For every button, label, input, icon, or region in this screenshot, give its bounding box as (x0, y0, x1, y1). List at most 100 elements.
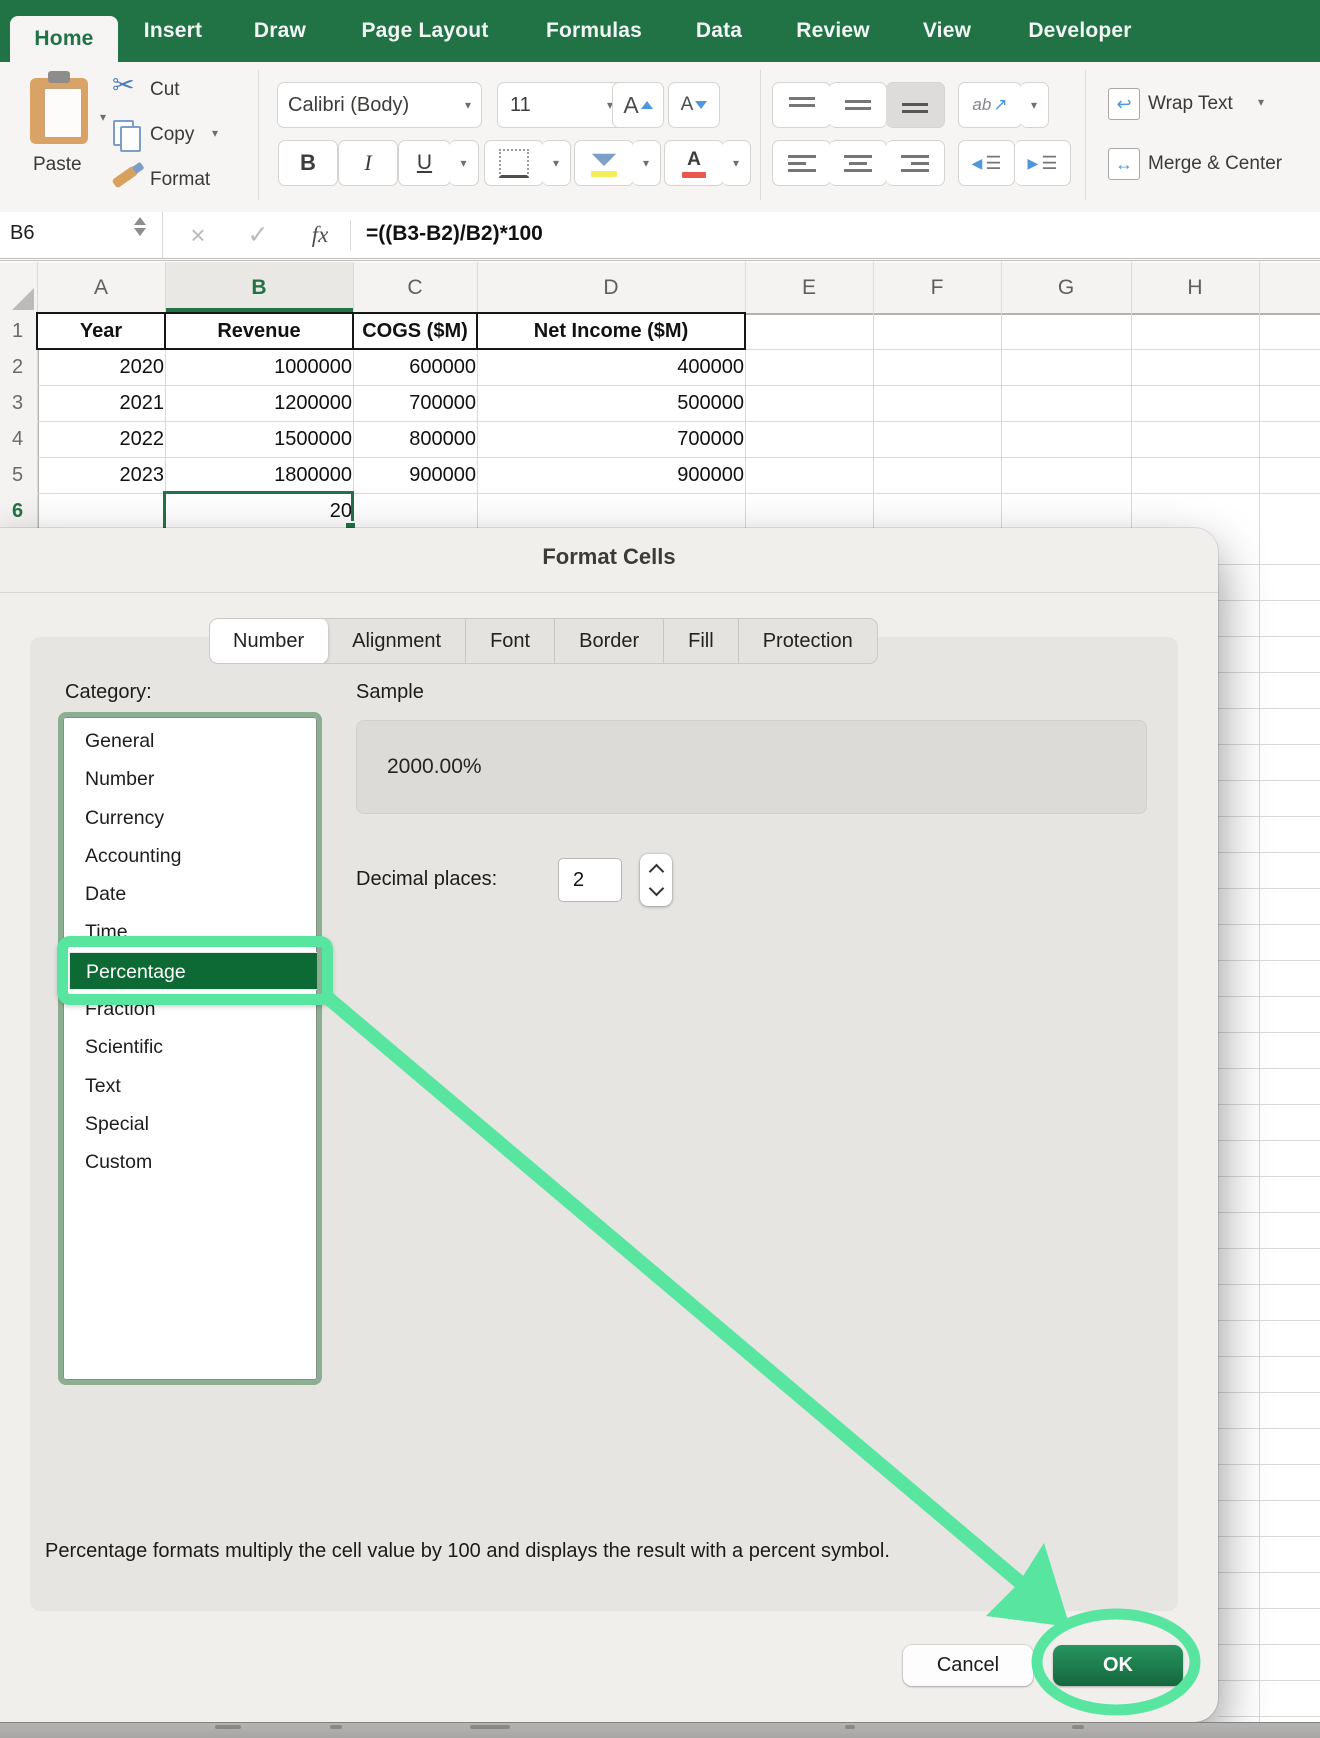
column-header-B[interactable]: B (165, 262, 353, 313)
name-box[interactable]: B6 (0, 212, 163, 258)
stepper-down-icon[interactable] (648, 880, 664, 897)
ribbon-tab-draw[interactable]: Draw (248, 0, 312, 62)
fill-color-dropdown-icon[interactable]: ▾ (632, 140, 661, 186)
category-item-currency[interactable]: Currency (63, 799, 317, 837)
bold-button[interactable]: B (278, 140, 338, 186)
table-cell[interactable]: 600000 (353, 350, 485, 384)
column-header-G[interactable]: G (1001, 262, 1131, 313)
fill-color-button[interactable]: ◥◤ (574, 140, 634, 186)
align-center-button[interactable] (829, 140, 887, 186)
row-header-2[interactable]: 2 (0, 349, 35, 385)
paste-button[interactable]: Paste (33, 154, 82, 176)
stepper-up-icon[interactable] (648, 863, 664, 880)
table-cell[interactable]: 700000 (353, 386, 485, 420)
cancel-entry-icon[interactable]: × (178, 212, 218, 258)
row-header-3[interactable]: 3 (0, 385, 35, 421)
table-cell[interactable]: 1500000 (165, 422, 361, 456)
category-item-scientific[interactable]: Scientific (63, 1028, 317, 1066)
cancel-button[interactable]: Cancel (903, 1645, 1033, 1686)
table-cell[interactable]: 700000 (477, 422, 753, 456)
underline-dropdown-icon[interactable]: ▾ (449, 140, 479, 186)
table-cell[interactable]: 1800000 (165, 458, 361, 492)
fill-handle[interactable] (344, 521, 357, 528)
increase-font-size-button[interactable]: A (612, 82, 664, 128)
wrap-text-button[interactable]: Wrap Text (1148, 93, 1233, 115)
table-cell[interactable]: 2020 (37, 350, 173, 384)
font-color-dropdown-icon[interactable]: ▾ (722, 140, 751, 186)
table-cell[interactable]: 400000 (477, 350, 753, 384)
category-item-text[interactable]: Text (63, 1067, 317, 1105)
category-item-special[interactable]: Special (63, 1105, 317, 1143)
active-cell-selection[interactable] (163, 491, 354, 528)
select-all-button[interactable] (0, 262, 38, 313)
confirm-entry-icon[interactable]: ✓ (238, 212, 278, 258)
ok-button[interactable]: OK (1053, 1645, 1183, 1686)
italic-button[interactable]: I (338, 140, 398, 186)
font-color-button[interactable]: A (664, 140, 724, 186)
row-header-6[interactable]: 6 (0, 493, 35, 528)
formula-input[interactable]: =((B3-B2)/B2)*100 (366, 222, 543, 246)
decrease-font-size-button[interactable]: A (668, 82, 720, 128)
spreadsheet-grid[interactable]: ABCDEFGHI 123456 YearRevenueCOGS ($M)Net I… (0, 262, 1320, 528)
copy-dropdown-icon[interactable]: ▾ (212, 126, 218, 140)
category-item-custom[interactable]: Custom (63, 1143, 317, 1181)
align-middle-button[interactable] (829, 82, 887, 128)
table-cell[interactable]: 900000 (477, 458, 753, 492)
table-cell[interactable]: 800000 (353, 422, 485, 456)
orientation-dropdown-icon[interactable]: ▾ (1020, 82, 1049, 128)
wrap-text-dropdown-icon[interactable]: ▾ (1258, 95, 1264, 109)
font-name-select[interactable]: Calibri (Body) ▾ (277, 82, 482, 128)
format-painter-button[interactable]: Format (150, 169, 210, 191)
ribbon-tab-home[interactable]: Home (10, 16, 118, 62)
dialog-tab-fill[interactable]: Fill (664, 619, 739, 663)
table-cell[interactable]: 1000000 (165, 350, 361, 384)
cut-button[interactable]: Cut (150, 79, 180, 101)
decrease-indent-button[interactable]: ◀ ☰ (958, 140, 1015, 186)
align-top-button[interactable] (772, 82, 831, 128)
column-header-H[interactable]: H (1131, 262, 1259, 313)
table-cell[interactable]: 500000 (477, 386, 753, 420)
decimal-places-input[interactable]: 2 (558, 858, 622, 902)
row-header-4[interactable]: 4 (0, 421, 35, 457)
dialog-tab-font[interactable]: Font (466, 619, 556, 663)
borders-dropdown-icon[interactable]: ▾ (542, 140, 571, 186)
dialog-tab-number[interactable]: Number (209, 619, 329, 663)
ribbon-tab-formulas[interactable]: Formulas (546, 0, 642, 62)
merge-center-button[interactable]: Merge & Center (1148, 153, 1282, 175)
insert-function-icon[interactable]: fx (300, 212, 340, 258)
copy-button[interactable]: Copy (150, 124, 194, 146)
row-header-5[interactable]: 5 (0, 457, 35, 493)
orientation-button[interactable]: ab ↗ (958, 82, 1022, 128)
ribbon-tab-review[interactable]: Review (796, 0, 870, 62)
ribbon-tab-page-layout[interactable]: Page Layout (360, 0, 490, 62)
font-size-select[interactable]: 11 ▾ (497, 82, 626, 128)
column-header-I[interactable]: I (1259, 262, 1320, 313)
column-header-A[interactable]: A (37, 262, 165, 313)
column-header-F[interactable]: F (873, 262, 1001, 313)
decimal-places-stepper[interactable] (640, 854, 672, 906)
borders-button[interactable] (484, 140, 544, 186)
ribbon-tab-developer[interactable]: Developer (1028, 0, 1132, 62)
align-bottom-button[interactable] (886, 82, 945, 128)
ribbon-tab-view[interactable]: View (910, 0, 984, 62)
category-item-date[interactable]: Date (63, 875, 317, 913)
column-header-E[interactable]: E (745, 262, 873, 313)
column-header-C[interactable]: C (353, 262, 477, 313)
name-box-stepper[interactable] (134, 217, 146, 236)
align-right-button[interactable] (886, 140, 945, 186)
table-cell[interactable]: 2021 (37, 386, 173, 420)
table-cell[interactable]: 2022 (37, 422, 173, 456)
dialog-tab-border[interactable]: Border (555, 619, 665, 663)
row-header-1[interactable]: 1 (0, 313, 35, 349)
category-item-accounting[interactable]: Accounting (63, 837, 317, 875)
category-item-number[interactable]: Number (63, 760, 317, 798)
table-cell[interactable]: 1200000 (165, 386, 361, 420)
dialog-tab-alignment[interactable]: Alignment (328, 619, 467, 663)
increase-indent-button[interactable]: ▶ ☰ (1015, 140, 1071, 186)
dialog-tab-protection[interactable]: Protection (739, 619, 877, 663)
ribbon-tab-insert[interactable]: Insert (140, 0, 206, 62)
table-cell[interactable]: 2023 (37, 458, 173, 492)
column-header-D[interactable]: D (477, 262, 745, 313)
table-cell[interactable]: 900000 (353, 458, 485, 492)
ribbon-tab-data[interactable]: Data (692, 0, 746, 62)
